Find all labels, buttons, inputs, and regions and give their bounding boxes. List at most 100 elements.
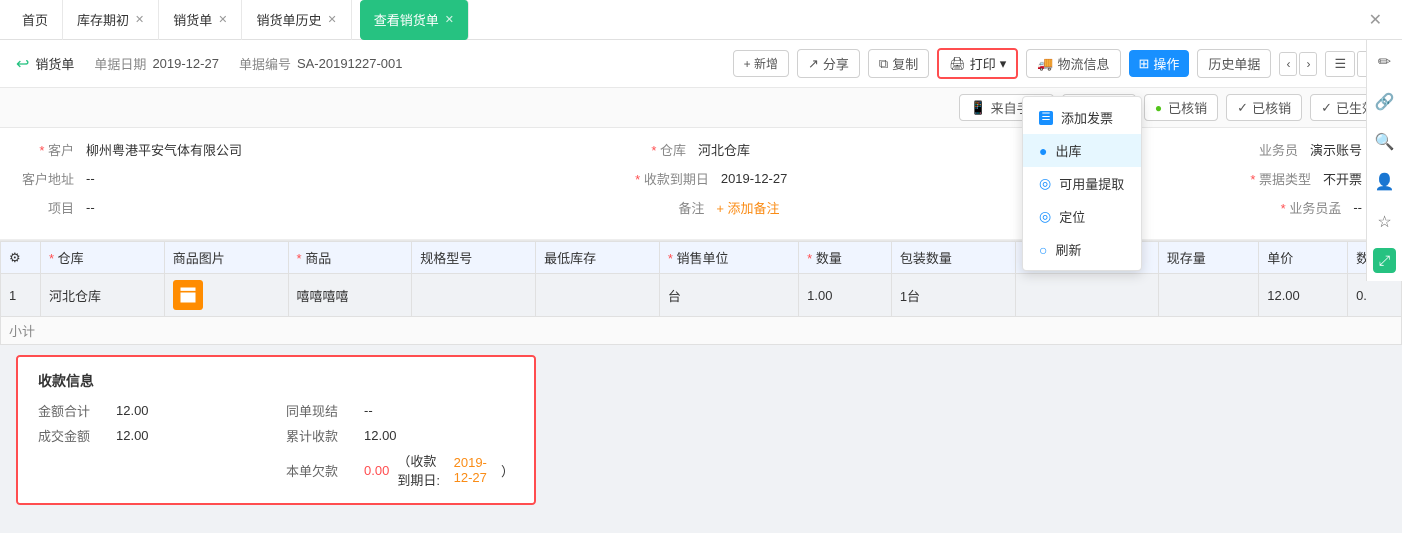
staff2-label: 业务员孟 <box>1281 198 1348 217</box>
tab-sales-order[interactable]: 销货单 ✕ <box>159 0 242 40</box>
effective-check-icon: ✓ <box>1321 100 1332 116</box>
prev-button[interactable]: ‹ <box>1279 52 1297 76</box>
row-product: 嘻嘻嘻嘻 <box>288 274 412 317</box>
verify-button[interactable]: 已核销 <box>1144 94 1218 121</box>
row-min-stock <box>536 274 660 317</box>
number-label: 单据编号 <box>239 54 291 73</box>
list-view-button[interactable]: ☰ <box>1325 51 1355 77</box>
warehouse-value: 河北仓库 <box>698 140 750 159</box>
col-current: 现存量 <box>1158 242 1258 274</box>
sidebar-expand-icon[interactable]: ⤢ <box>1373 248 1396 273</box>
share-button[interactable]: ↗ 分享 <box>797 49 860 78</box>
operate-button[interactable]: ⊞ 操作 <box>1129 50 1190 77</box>
next-button[interactable]: › <box>1299 52 1317 76</box>
date-value: 2019-12-27 <box>152 56 219 71</box>
col-product-img: 商品图片 <box>164 242 288 274</box>
tab-bar: 首页 库存期初 ✕ 销货单 ✕ 销货单历史 ✕ 查看销货单 ✕ ✕ <box>0 0 1402 40</box>
accumulated-label: 累计收款 <box>286 426 356 445</box>
due-label: 本单欠款 <box>286 461 356 480</box>
staff-label: 业务员 <box>1244 140 1304 159</box>
sidebar-link-icon[interactable]: 🔗 <box>1371 88 1399 116</box>
same-order-label: 同单现结 <box>286 401 356 420</box>
print-button[interactable]: 🖨 打印 ▾ <box>939 50 1016 77</box>
product-image <box>173 280 203 310</box>
logistics-button[interactable]: 🚚 物流信息 <box>1026 49 1120 78</box>
sidebar-zoom-icon[interactable]: 🔍 <box>1371 128 1399 156</box>
transaction-value: 12.00 <box>116 428 149 443</box>
add-invoice-label: 添加发票 <box>1061 108 1113 127</box>
ticket-label: 票据类型 <box>1250 169 1317 188</box>
form-row-1: 客户 柳州粤港平安气体有限公司 仓库 河北仓库 业务员 演示账号 <box>20 140 1382 159</box>
tab-sales-close[interactable]: ✕ <box>218 13 227 26</box>
due-date-label: 收款到期日 <box>635 169 715 188</box>
refresh-label: 刷新 <box>1055 240 1081 259</box>
sidebar-star-icon[interactable]: ☆ <box>1373 208 1395 236</box>
payment-grid: 金额合计 12.00 同单现结 -- 成交金额 12.00 累计收款 12.00… <box>38 401 514 489</box>
warehouse-label: 仓库 <box>632 140 692 159</box>
doc-header: ↩ 销货单 单据日期 2019-12-27 单据编号 SA-20191227-0… <box>0 40 1402 88</box>
window-close-button[interactable]: ✕ <box>1357 10 1394 30</box>
product-table: ⚙ * 仓库 商品图片 * 商品 规格型号 最低库存 * 销售单位 * 数量 包… <box>0 241 1402 345</box>
note-label: 备注 <box>650 198 710 217</box>
tab-inventory-close[interactable]: ✕ <box>135 13 144 26</box>
dropdown-add-invoice[interactable]: ☰ 添加发票 <box>1023 101 1141 134</box>
subtotal-row: 小计 <box>1 317 1402 345</box>
col-warehouse: * 仓库 <box>41 242 165 274</box>
customer-label: 客户 <box>20 140 80 159</box>
tab-view-sales[interactable]: 查看销货单 ✕ <box>360 0 469 40</box>
warehouse-field: 仓库 河北仓库 <box>632 140 1244 159</box>
tab-inventory-init[interactable]: 库存期初 ✕ <box>63 0 159 40</box>
history-button[interactable]: 历史单据 <box>1197 49 1271 78</box>
col-qty: * 数量 <box>799 242 892 274</box>
due-note: （收款到期日: <box>397 451 445 489</box>
doc-title: ↩ 销货单 <box>16 54 74 74</box>
invoice-icon: ☰ <box>1039 111 1053 125</box>
tab-sales-history[interactable]: 销货单历史 ✕ <box>242 0 351 40</box>
total-row: 金额合计 12.00 <box>38 401 266 420</box>
project-label: 项目 <box>20 198 80 217</box>
col-settings[interactable]: ⚙ <box>1 242 41 274</box>
new-button[interactable]: + 新增 <box>733 50 789 77</box>
locate-icon: ◎ <box>1039 208 1051 225</box>
staff2-value: -- <box>1353 200 1362 215</box>
tab-view-close[interactable]: ✕ <box>445 13 454 26</box>
payment-title: 收款信息 <box>38 371 514 391</box>
canceled-button[interactable]: ✓ 已核销 <box>1226 94 1302 121</box>
tab-view-label: 查看销货单 <box>374 10 439 29</box>
sidebar-edit-icon[interactable]: ✏ <box>1374 48 1395 76</box>
dropdown-outbound[interactable]: ● 出库 <box>1023 134 1141 167</box>
address-value: -- <box>86 171 95 186</box>
grid-icon: ⊞ <box>1139 56 1150 72</box>
row-qty: 1.00 <box>799 274 892 317</box>
total-value: 12.00 <box>116 403 149 418</box>
col-min-stock: 最低库存 <box>536 242 660 274</box>
check-icon: ✓ <box>1237 100 1248 116</box>
same-order-row: 同单现结 -- <box>286 401 514 420</box>
tab-home-label: 首页 <box>22 10 48 29</box>
tab-history-close[interactable]: ✕ <box>328 13 337 26</box>
accumulated-row: 累计收款 12.00 <box>286 426 514 445</box>
dropdown-available-qty[interactable]: ◎ 可用量提取 <box>1023 167 1141 200</box>
print-dropdown-icon: ▾ <box>1000 56 1007 72</box>
customer-value: 柳州粤港平安气体有限公司 <box>86 140 242 159</box>
dropdown-locate[interactable]: ◎ 定位 <box>1023 200 1141 233</box>
subtotal-label: 小计 <box>1 317 1402 345</box>
tab-inventory-label: 库存期初 <box>77 10 129 29</box>
add-note-button[interactable]: 添加备注 <box>716 198 779 217</box>
sidebar-user-icon[interactable]: 👤 <box>1371 168 1399 196</box>
number-value: SA-20191227-001 <box>297 56 403 71</box>
row-product-img <box>164 274 288 317</box>
table-header-row: ⚙ * 仓库 商品图片 * 商品 规格型号 最低库存 * 销售单位 * 数量 包… <box>1 242 1402 274</box>
transaction-row: 成交金额 12.00 <box>38 426 266 445</box>
col-spec: 规格型号 <box>412 242 536 274</box>
outbound-label: 出库 <box>1055 141 1081 160</box>
print-highlight-box: 🖨 打印 ▾ <box>937 48 1018 79</box>
dropdown-refresh[interactable]: ○ 刷新 <box>1023 233 1141 266</box>
row-current <box>1158 274 1258 317</box>
staff-value: 演示账号 <box>1310 140 1362 159</box>
row-price: 12.00 <box>1259 274 1348 317</box>
col-product: * 商品 <box>288 242 412 274</box>
address-label: 客户地址 <box>20 169 80 188</box>
tab-home[interactable]: 首页 <box>8 0 63 40</box>
copy-button[interactable]: ⧉ 复制 <box>868 49 929 78</box>
